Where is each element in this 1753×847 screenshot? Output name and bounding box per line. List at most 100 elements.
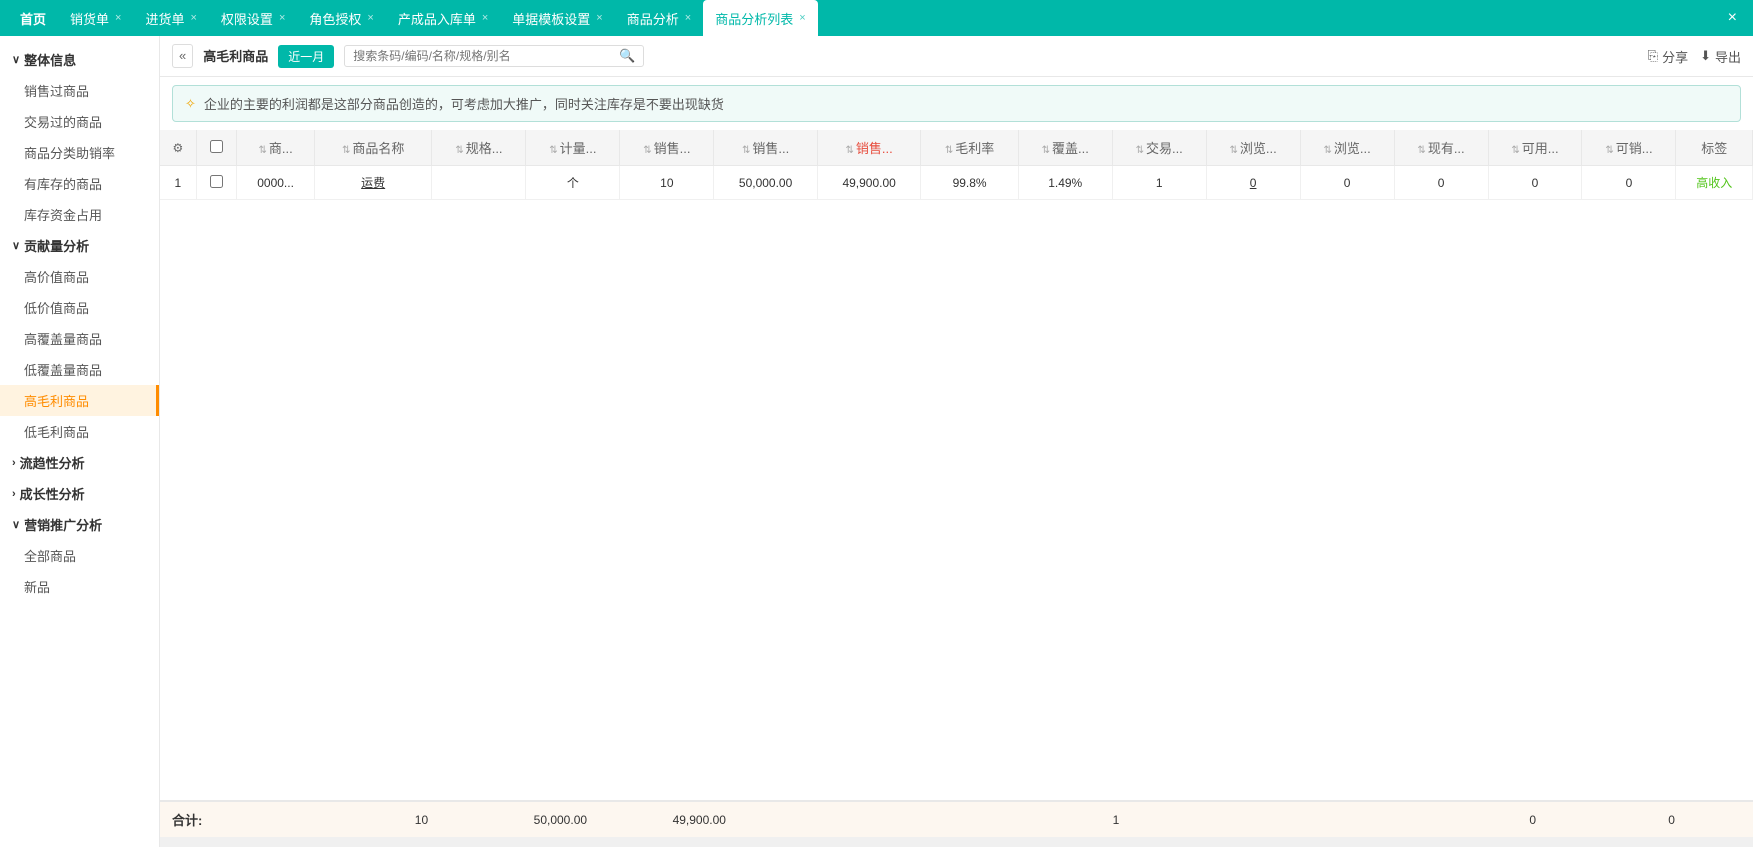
main-layout: ∨ 整体信息 销售过商品 交易过的商品 商品分类助销率 有库存的商品 库存资金占…: [0, 36, 1753, 847]
close-icon[interactable]: ×: [799, 12, 805, 24]
col-spec[interactable]: ⇅规格...: [432, 130, 526, 166]
close-icon[interactable]: ×: [190, 12, 196, 24]
horizontal-scrollbar[interactable]: [160, 837, 1753, 847]
col-sales-cost[interactable]: ⇅销售...: [817, 130, 921, 166]
sidebar-item-high-margin[interactable]: 高毛利商品: [0, 385, 159, 416]
page-title: 高毛利商品: [203, 46, 268, 66]
col-sales-qty[interactable]: ⇅销售...: [620, 130, 714, 166]
search-input[interactable]: [353, 49, 619, 63]
sidebar-item-all-goods[interactable]: 全部商品: [0, 540, 159, 571]
col-settings[interactable]: ⚙: [160, 130, 196, 166]
nav-tab-analysis[interactable]: 商品分析 ×: [615, 0, 703, 36]
cell-sales-qty: 10: [620, 166, 714, 200]
col-unit[interactable]: ⇅计量...: [526, 130, 620, 166]
col-coverage[interactable]: ⇅覆盖...: [1018, 130, 1112, 166]
chevron-down-icon: ∨: [12, 518, 20, 531]
cell-index: 1: [160, 166, 196, 200]
content-header: « 高毛利商品 近一月 🔍 ⎘ 分享 ⬇ 导出: [160, 36, 1753, 77]
footer-trade: 1: [1047, 813, 1186, 827]
footer-empty2: [908, 813, 1047, 827]
footer-sales-amt: 50,000.00: [491, 813, 630, 827]
data-table-wrap: ⚙ ⇅商... ⇅商品名称 ⇅规格... ⇅计量... ⇅销售... ⇅销售..…: [160, 130, 1753, 800]
cell-coverage: 1.49%: [1018, 166, 1112, 200]
footer-sales-qty: 10: [352, 813, 491, 827]
col-sellable[interactable]: ⇅可销...: [1582, 130, 1676, 166]
sidebar: ∨ 整体信息 销售过商品 交易过的商品 商品分类助销率 有库存的商品 库存资金占…: [0, 36, 160, 847]
nav-tab-template[interactable]: 单据模板设置 ×: [500, 0, 614, 36]
footer-avail2: 0: [1602, 813, 1741, 827]
close-icon[interactable]: ×: [367, 12, 373, 24]
col-browse2[interactable]: ⇅浏览...: [1300, 130, 1394, 166]
export-icon: ⬇: [1700, 48, 1711, 64]
top-nav: 首页 销货单 × 进货单 × 权限设置 × 角色授权 × 产成品入库单 × 单据…: [0, 0, 1753, 36]
chevron-right-icon: ›: [12, 457, 16, 469]
header-actions: ⎘ 分享 ⬇ 导出: [1648, 47, 1741, 66]
nav-tab-roles[interactable]: 角色授权 ×: [297, 0, 385, 36]
row-checkbox[interactable]: [210, 175, 223, 188]
export-button[interactable]: ⬇ 导出: [1700, 47, 1741, 66]
close-icon[interactable]: ×: [279, 12, 285, 24]
col-name[interactable]: ⇅商品名称: [314, 130, 432, 166]
nav-tab-sales[interactable]: 销货单 ×: [58, 0, 133, 36]
footer-values: 10 50,000.00 49,900.00 1 0 0: [352, 813, 1741, 827]
nav-tab-products[interactable]: 产成品入库单 ×: [386, 0, 500, 36]
sidebar-item-sales-goods[interactable]: 销售过商品: [0, 75, 159, 106]
col-margin-rate[interactable]: ⇅毛利率: [921, 130, 1018, 166]
close-icon[interactable]: ×: [115, 12, 121, 24]
sidebar-item-new-goods[interactable]: 新品: [0, 571, 159, 602]
footer-empty1: [769, 813, 908, 827]
col-sales-amt[interactable]: ⇅销售...: [714, 130, 818, 166]
search-icon[interactable]: 🔍: [619, 48, 635, 64]
cell-checkbox[interactable]: [196, 166, 237, 200]
sidebar-item-high-value[interactable]: 高价值商品: [0, 261, 159, 292]
window-close-button[interactable]: ×: [1720, 9, 1745, 27]
sidebar-group-overall[interactable]: ∨ 整体信息: [0, 44, 159, 75]
sidebar-item-high-freq[interactable]: 高覆盖量商品: [0, 323, 159, 354]
cell-avail2: 0: [1488, 166, 1582, 200]
footer-sales-cost: 49,900.00: [630, 813, 769, 827]
share-button[interactable]: ⎘ 分享: [1648, 47, 1688, 66]
sidebar-group-trend[interactable]: › 流趋性分析: [0, 447, 159, 478]
sidebar-group-marketing[interactable]: ∨ 营销推广分析: [0, 509, 159, 540]
sidebar-item-low-margin[interactable]: 低毛利商品: [0, 416, 159, 447]
info-banner: ✧ 企业的主要的利润都是这部分商品创造的，可考虑加大推广，同时关注库存是不要出现…: [172, 85, 1741, 122]
footer-empty4: [1324, 813, 1463, 827]
cell-browse2: 0: [1300, 166, 1394, 200]
search-bar[interactable]: 🔍: [344, 45, 644, 67]
sidebar-item-in-stock[interactable]: 有库存的商品: [0, 168, 159, 199]
col-checkbox[interactable]: [196, 130, 237, 166]
col-avail2[interactable]: ⇅可用...: [1488, 130, 1582, 166]
select-all-checkbox[interactable]: [210, 140, 223, 153]
table-row: 1 0000... 运费 个 10 50,000.00 49,900.00 99…: [160, 166, 1753, 200]
collapse-sidebar-button[interactable]: «: [172, 44, 193, 68]
sidebar-group-wealth[interactable]: ∨ 贡献量分析: [0, 230, 159, 261]
col-trade[interactable]: ⇅交易...: [1112, 130, 1206, 166]
sidebar-item-score-assist[interactable]: 商品分类助销率: [0, 137, 159, 168]
col-avail1[interactable]: ⇅现有...: [1394, 130, 1488, 166]
cell-sales-amt: 50,000.00: [714, 166, 818, 200]
content-area: « 高毛利商品 近一月 🔍 ⎘ 分享 ⬇ 导出: [160, 36, 1753, 847]
cell-browse1[interactable]: 0: [1206, 166, 1300, 200]
nav-tab-home[interactable]: 首页: [8, 0, 58, 36]
info-icon: ✧: [185, 96, 196, 112]
nav-tab-import[interactable]: 进货单 ×: [133, 0, 208, 36]
sidebar-item-traded-goods[interactable]: 交易过的商品: [0, 106, 159, 137]
col-tag[interactable]: 标签: [1676, 130, 1753, 166]
time-filter-button[interactable]: 近一月: [278, 45, 334, 68]
sidebar-item-stock-occupy[interactable]: 库存资金占用: [0, 199, 159, 230]
sidebar-item-low-freq[interactable]: 低覆盖量商品: [0, 354, 159, 385]
col-browse1[interactable]: ⇅浏览...: [1206, 130, 1300, 166]
cell-code: 0000...: [237, 166, 315, 200]
chevron-down-icon: ∨: [12, 239, 20, 252]
close-icon[interactable]: ×: [482, 12, 488, 24]
nav-tab-permissions[interactable]: 权限设置 ×: [209, 0, 297, 36]
sidebar-item-low-value[interactable]: 低价值商品: [0, 292, 159, 323]
nav-tab-analysislist[interactable]: 商品分析列表 ×: [703, 0, 817, 36]
sidebar-group-growth[interactable]: › 成长性分析: [0, 478, 159, 509]
cell-name[interactable]: 运费: [314, 166, 432, 200]
close-icon[interactable]: ×: [685, 12, 691, 24]
col-code[interactable]: ⇅商...: [237, 130, 315, 166]
cell-spec: [432, 166, 526, 200]
footer-avail1: 0: [1463, 813, 1602, 827]
close-icon[interactable]: ×: [596, 12, 602, 24]
